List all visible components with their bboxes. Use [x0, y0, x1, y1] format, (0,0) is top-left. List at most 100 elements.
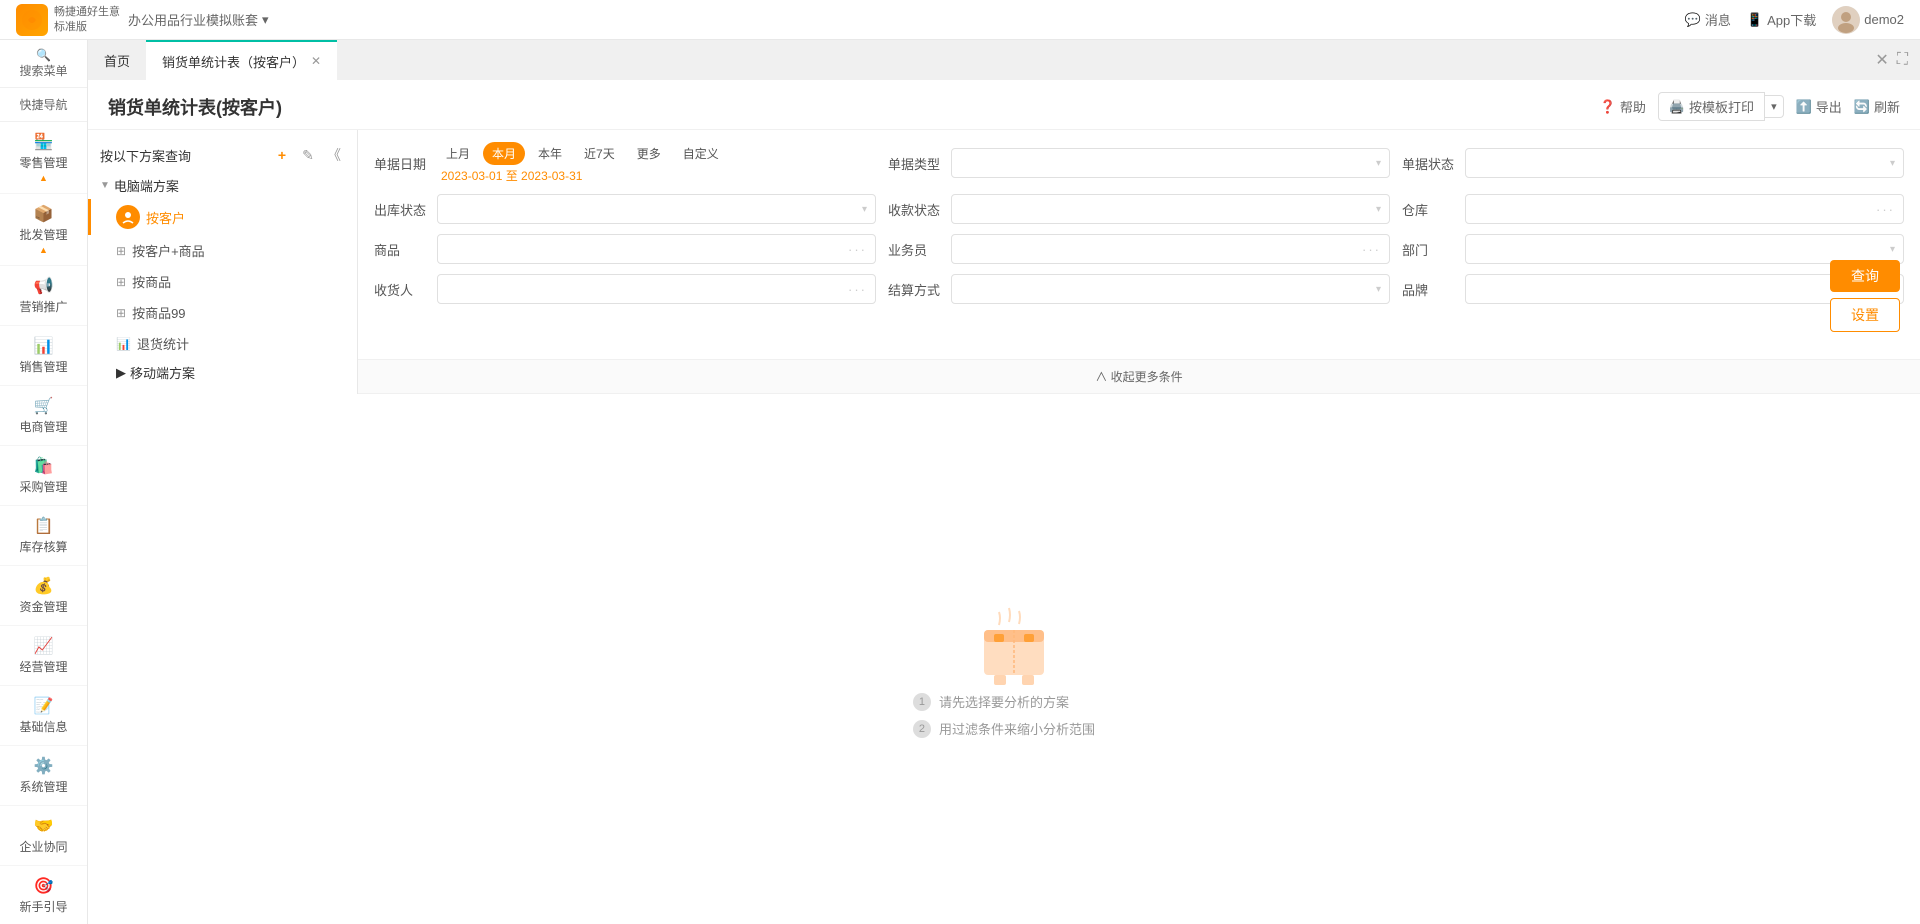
settings-button[interactable]: 设置: [1830, 298, 1900, 332]
scheme-item-return-stats[interactable]: 📊 退货统计: [88, 328, 357, 359]
print-btn[interactable]: 🖨️ 按模板打印: [1658, 92, 1765, 121]
filter-warehouse: 仓库 ···: [1402, 194, 1904, 224]
export-btn[interactable]: ⬆️ 导出: [1796, 97, 1842, 116]
purchase-icon: 🛍️: [34, 456, 54, 476]
top-header: 畅捷通好生意 标准版 办公用品行业模拟账套 ▾ 💬 消息 📱 App下载: [0, 0, 1920, 40]
sidebar-item-finance[interactable]: 💰 资金管理: [0, 566, 87, 626]
page-actions: ❓ 帮助 🖨️ 按模板打印 ▾ ⬆️ 导出: [1600, 92, 1900, 121]
print-btn-group: 🖨️ 按模板打印 ▾: [1658, 92, 1784, 121]
date-btn-this-year[interactable]: 本年: [529, 142, 571, 165]
scheme-group-mobile-header[interactable]: ▶ 移动端方案: [88, 359, 357, 386]
tab-home[interactable]: 首页: [88, 40, 146, 80]
print-arrow-btn[interactable]: ▾: [1765, 95, 1784, 118]
help-btn[interactable]: ❓ 帮助: [1600, 97, 1646, 116]
scheme-item-by-customer[interactable]: 按客户: [88, 199, 357, 235]
status-selector[interactable]: ▾: [1465, 148, 1904, 178]
sidebar-item-cooperation[interactable]: 🤝 企业协同: [0, 806, 87, 866]
dropdown-arrow-icon: ▾: [1890, 158, 1895, 169]
sidebar-item-retail[interactable]: 🏪 零售管理 ▲: [0, 122, 87, 194]
message-icon: 💬: [1685, 12, 1701, 28]
sidebar: 🔍 搜索菜单 快捷导航 🏪 零售管理 ▲ 📦 批发管理 ▲ 📢 营销推广 📊 销…: [0, 40, 88, 924]
tab-close-icon[interactable]: ✕: [311, 54, 321, 68]
filter-panel-container: 单据日期 上月 本月 本年 近7天 更多 自定义: [358, 130, 1920, 394]
date-filter-btns: 上月 本月 本年 近7天 更多 自定义: [437, 142, 876, 165]
filter-out-status: 出库状态 ▾: [374, 194, 876, 224]
scheme-item-by-customer-goods[interactable]: ⊞ 按客户+商品: [88, 235, 357, 266]
avatar: [1832, 6, 1860, 34]
content-area: 首页 销货单统计表（按客户） ✕ ✕ ⛶ 销货单统计表(按客户) ❓ 帮助: [88, 40, 1920, 924]
cooperation-icon: 🤝: [34, 816, 54, 836]
sidebar-item-wholesale[interactable]: 📦 批发管理 ▲: [0, 194, 87, 266]
message-btn[interactable]: 💬 消息: [1685, 10, 1731, 29]
settlement-selector[interactable]: ▾: [951, 274, 1390, 304]
warehouse-selector[interactable]: ···: [1465, 194, 1904, 224]
scheme-group-mobile: ▶ 移动端方案: [88, 359, 357, 386]
sales-icon: 📊: [34, 336, 54, 356]
type-selector[interactable]: ▾: [951, 148, 1390, 178]
export-icon: ⬆️: [1796, 99, 1812, 115]
collapse-scheme-btn[interactable]: 《: [323, 144, 345, 166]
filter-date: 单据日期 上月 本月 本年 近7天 更多 自定义: [374, 142, 876, 184]
tab-sales-stats[interactable]: 销货单统计表（按客户） ✕: [146, 40, 337, 80]
ellipsis-icon: ···: [848, 242, 867, 257]
sidebar-item-operations[interactable]: 📈 经营管理: [0, 626, 87, 686]
marketing-icon: 📢: [34, 276, 54, 296]
out-status-selector[interactable]: ▾: [437, 194, 876, 224]
goods-selector[interactable]: ···: [437, 234, 876, 264]
sidebar-item-ecommerce[interactable]: 🛒 电商管理: [0, 386, 87, 446]
date-btn-last-month[interactable]: 上月: [437, 142, 479, 165]
sidebar-item-basic[interactable]: 📝 基础信息: [0, 686, 87, 746]
query-button[interactable]: 查询: [1830, 260, 1900, 292]
window-maximize-icon[interactable]: ⛶: [1897, 51, 1908, 69]
sidebar-item-newbie[interactable]: 🎯 新手引导: [0, 866, 87, 924]
filter-row-2: 出库状态 ▾ 收款状态 ▾: [374, 194, 1904, 224]
system-selector[interactable]: 办公用品行业模拟账套 ▾: [128, 10, 269, 29]
receiver-selector[interactable]: ···: [437, 274, 876, 304]
sidebar-item-system[interactable]: ⚙️ 系统管理: [0, 746, 87, 806]
ellipsis-icon: ···: [1362, 242, 1381, 257]
tab-bar-right: ✕ ⛶: [1875, 50, 1920, 70]
ellipsis-icon: ···: [1876, 202, 1895, 217]
scheme-actions: + ✎ 《: [271, 144, 345, 166]
scheme-item-by-goods99[interactable]: ⊞ 按商品99: [88, 297, 357, 328]
header-left: 畅捷通好生意 标准版 办公用品行业模拟账套 ▾: [16, 4, 269, 36]
sidebar-search[interactable]: 🔍 搜索菜单: [0, 40, 87, 88]
refresh-btn[interactable]: 🔄 刷新: [1854, 97, 1900, 116]
filter-status: 单据状态 ▾: [1402, 148, 1904, 178]
window-close-icon[interactable]: ✕: [1875, 50, 1888, 70]
operations-icon: 📈: [34, 636, 54, 656]
date-btn-7days[interactable]: 近7天: [575, 142, 624, 165]
filter-payment-status: 收款状态 ▾: [888, 194, 1390, 224]
quick-nav-item[interactable]: 快捷导航: [0, 88, 87, 122]
dropdown-arrow-icon: ▾: [862, 204, 867, 215]
user-area[interactable]: demo2: [1832, 6, 1904, 34]
dropdown-arrow-icon: ▾: [1890, 244, 1895, 255]
sidebar-item-marketing[interactable]: 📢 营销推广: [0, 266, 87, 326]
scheme-item-by-goods[interactable]: ⊞ 按商品: [88, 266, 357, 297]
date-btn-custom[interactable]: 自定义: [674, 142, 728, 165]
scheme-group-desktop-header[interactable]: ▼ 电脑端方案: [88, 172, 357, 199]
ellipsis-icon: ···: [848, 282, 867, 297]
refresh-icon: 🔄: [1854, 99, 1870, 115]
date-btn-this-month[interactable]: 本月: [483, 142, 525, 165]
scheme-item-icon: 📊: [116, 337, 131, 351]
salesperson-selector[interactable]: ···: [951, 234, 1390, 264]
app-download-btn[interactable]: 📱 App下载: [1747, 10, 1816, 29]
finance-icon: 💰: [34, 576, 54, 596]
filter-type: 单据类型 ▾: [888, 148, 1390, 178]
edit-scheme-btn[interactable]: ✎: [297, 144, 319, 166]
sidebar-item-sales[interactable]: 📊 销售管理: [0, 326, 87, 386]
group-expand-icon: ▼: [100, 180, 110, 191]
collapse-bar[interactable]: ∧ 收起更多条件: [358, 359, 1920, 394]
filter-salesperson: 业务员 ···: [888, 234, 1390, 264]
help-icon: ❓: [1600, 99, 1616, 115]
filter-row-1: 单据日期 上月 本月 本年 近7天 更多 自定义: [374, 142, 1904, 184]
sidebar-item-inventory[interactable]: 📋 库存核算: [0, 506, 87, 566]
payment-status-selector[interactable]: ▾: [951, 194, 1390, 224]
date-btn-more[interactable]: 更多: [628, 142, 670, 165]
sidebar-item-purchase[interactable]: 🛍️ 采购管理: [0, 446, 87, 506]
page-title: 销货单统计表(按客户): [108, 94, 282, 120]
scheme-panel-header: 按以下方案查询 + ✎ 《: [88, 138, 357, 172]
filter-row-3: 商品 ··· 业务员 ···: [374, 234, 1904, 264]
add-scheme-btn[interactable]: +: [271, 144, 293, 166]
